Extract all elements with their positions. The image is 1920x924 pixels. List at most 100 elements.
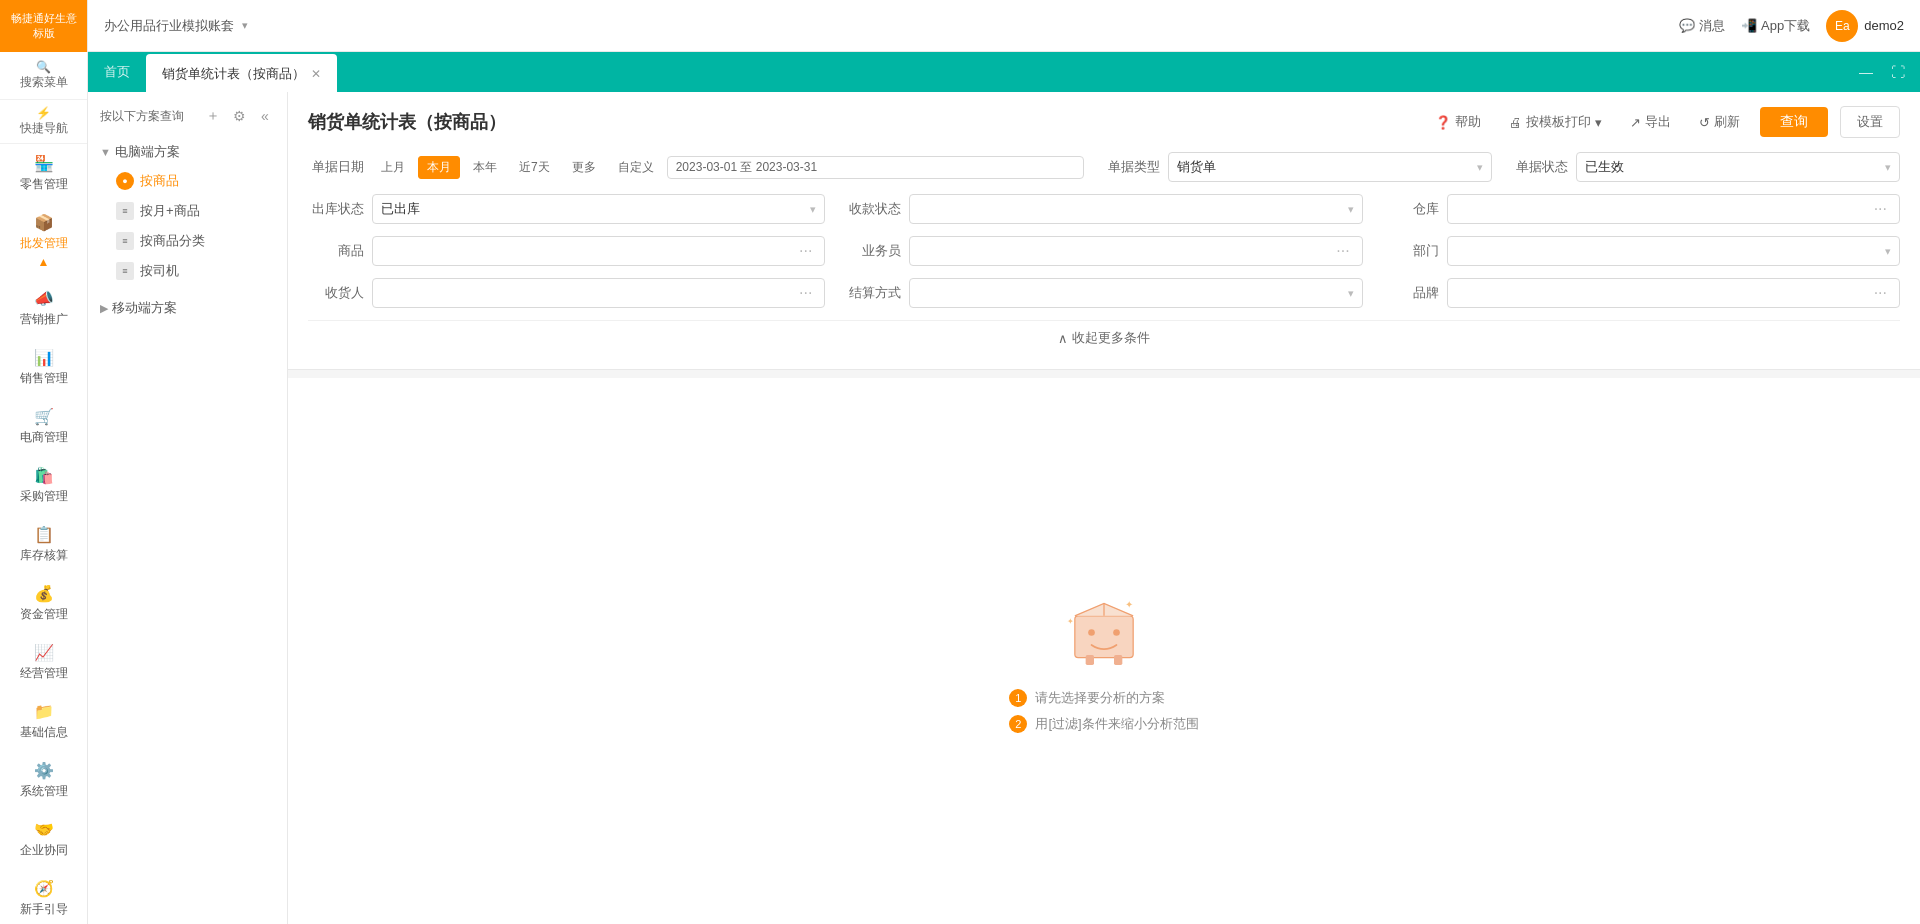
left-panel: 按以下方案查询 ＋ ⚙ « ▼ 电脑端方案 ● 按商品 ≡ bbox=[88, 92, 288, 924]
scheme-item-by-category[interactable]: ≡ 按商品分类 bbox=[88, 226, 287, 256]
app-download-btn[interactable]: 📲 App下载 bbox=[1741, 17, 1810, 35]
sidebar-item-basic[interactable]: 📁 基础信息 bbox=[0, 692, 87, 751]
collapse-bar[interactable]: ∧ 收起更多条件 bbox=[308, 320, 1900, 355]
tab-active[interactable]: 销货单统计表（按商品） ✕ bbox=[146, 54, 337, 94]
tab-minimize-btn[interactable]: — bbox=[1852, 58, 1880, 86]
sidebar-search[interactable]: 🔍 搜索菜单 bbox=[0, 52, 87, 100]
filter-area: 销货单统计表（按商品） ❓ 帮助 🖨 按模板打印 ▾ bbox=[288, 92, 1920, 370]
add-scheme-btn[interactable]: ＋ bbox=[203, 106, 223, 126]
app-logo: 畅捷通好生意 标版 bbox=[0, 0, 88, 52]
warehouse-dots-icon[interactable]: ··· bbox=[1870, 200, 1891, 218]
sidebar-item-purchase[interactable]: 🛍️ 采购管理 bbox=[0, 456, 87, 515]
empty-illustration: ✦ ✦ bbox=[1054, 570, 1154, 673]
svg-point-2 bbox=[1088, 629, 1095, 636]
this-year-btn[interactable]: 本年 bbox=[464, 156, 506, 179]
receiver-input[interactable]: ··· bbox=[372, 278, 825, 308]
7days-btn[interactable]: 近7天 bbox=[510, 156, 559, 179]
page-content: 按以下方案查询 ＋ ⚙ « ▼ 电脑端方案 ● 按商品 ≡ bbox=[88, 92, 1920, 924]
scheme-item-by-driver[interactable]: ≡ 按司机 bbox=[88, 256, 287, 286]
salesperson-dots-icon[interactable]: ··· bbox=[1332, 242, 1353, 260]
sidebar-item-inventory[interactable]: 📋 库存核算 bbox=[0, 515, 87, 574]
filter-date: 单据日期 上月 本月 本年 近7天 更多 自定义 2023-03-01 至 20… bbox=[308, 156, 1084, 179]
svg-point-3 bbox=[1113, 629, 1120, 636]
system-icon: ⚙️ bbox=[34, 761, 54, 780]
doc-type-select[interactable]: 销货单 ▾ bbox=[1168, 152, 1492, 182]
active-tab-label: 销货单统计表（按商品） bbox=[162, 65, 305, 83]
help-btn[interactable]: ❓ 帮助 bbox=[1427, 109, 1489, 135]
date-filter: 上月 本月 本年 近7天 更多 自定义 2023-03-01 至 2023-03… bbox=[372, 156, 1084, 179]
sidebar-quick-nav[interactable]: ⚡ 快捷导航 bbox=[0, 100, 87, 144]
page-inner: 按以下方案查询 ＋ ⚙ « ▼ 电脑端方案 ● 按商品 ≡ bbox=[88, 92, 1920, 924]
scheme-item-by-month-product[interactable]: ≡ 按月+商品 bbox=[88, 196, 287, 226]
custom-date-btn[interactable]: 自定义 bbox=[609, 156, 663, 179]
sidebar-item-finance[interactable]: 💰 资金管理 bbox=[0, 574, 87, 633]
salesperson-input[interactable]: ··· bbox=[909, 236, 1362, 266]
refresh-btn[interactable]: ↺ 刷新 bbox=[1691, 109, 1748, 135]
this-month-btn[interactable]: 本月 bbox=[418, 156, 460, 179]
sidebar-item-enterprise[interactable]: 🤝 企业协同 bbox=[0, 810, 87, 869]
main-area: 办公用品行业模拟账套 ▾ 💬 消息 📲 App下载 Ea demo2 首页 bbox=[88, 0, 1920, 924]
filter-warehouse: 仓库 ··· bbox=[1363, 194, 1900, 224]
brand-label: 品牌 bbox=[1383, 284, 1439, 302]
print-btn[interactable]: 🖨 按模板打印 ▾ bbox=[1501, 109, 1610, 135]
sidebar-item-system[interactable]: ⚙️ 系统管理 bbox=[0, 751, 87, 810]
sidebar-item-operations[interactable]: 📈 经营管理 bbox=[0, 633, 87, 692]
message-btn[interactable]: 💬 消息 bbox=[1679, 17, 1725, 35]
sidebar-item-sales[interactable]: 📊 销售管理 bbox=[0, 338, 87, 397]
topbar-title: 办公用品行业模拟账套 bbox=[104, 17, 234, 35]
doc-status-select[interactable]: 已生效 ▾ bbox=[1576, 152, 1900, 182]
scheme-item-by-product[interactable]: ● 按商品 bbox=[88, 166, 287, 196]
user-menu[interactable]: Ea demo2 bbox=[1826, 10, 1904, 42]
product-dots-icon[interactable]: ··· bbox=[795, 242, 816, 260]
export-btn[interactable]: ↗ 导出 bbox=[1622, 109, 1679, 135]
settings-btn[interactable]: 设置 bbox=[1840, 106, 1900, 138]
tabbar: 首页 销货单统计表（按商品） ✕ — ⛶ bbox=[88, 52, 1920, 92]
product-label: 商品 bbox=[308, 242, 364, 260]
page-title: 销货单统计表（按商品） bbox=[308, 110, 506, 134]
payment-status-select[interactable]: ▾ bbox=[909, 194, 1362, 224]
finance-icon: 💰 bbox=[34, 584, 54, 603]
topbar-dropdown-icon[interactable]: ▾ bbox=[242, 19, 248, 32]
sidebar-item-marketing[interactable]: 📣 营销推广 bbox=[0, 279, 87, 338]
scheme-parent-label: 电脑端方案 bbox=[115, 143, 180, 161]
sidebar: 畅捷通好生意 标版 🔍 搜索菜单 ⚡ 快捷导航 🏪 零售管理 📦 批发管理 ▲ … bbox=[0, 0, 88, 924]
brand-dots-icon[interactable]: ··· bbox=[1870, 284, 1891, 302]
sidebar-item-ecommerce[interactable]: 🛒 电商管理 bbox=[0, 397, 87, 456]
wholesale-icon: 📦 bbox=[34, 213, 54, 232]
date-range-input[interactable]: 2023-03-01 至 2023-03-31 bbox=[667, 156, 1084, 179]
filter-row-1: 单据日期 上月 本月 本年 近7天 更多 自定义 2023-03-01 至 20… bbox=[308, 152, 1900, 182]
query-btn[interactable]: 查询 bbox=[1760, 107, 1828, 137]
scheme-parent-mobile[interactable]: ▶ 移动端方案 bbox=[88, 294, 287, 322]
sidebar-item-guide[interactable]: 🧭 新手引导 bbox=[0, 869, 87, 924]
tab-home[interactable]: 首页 bbox=[88, 52, 146, 92]
filter-payment-method: 结算方式 ▾ bbox=[825, 278, 1362, 308]
doc-type-chevron: ▾ bbox=[1477, 161, 1483, 174]
filter-row-2: 出库状态 已出库 ▾ 收款状态 ▾ bbox=[308, 194, 1900, 224]
left-panel-title: 按以下方案查询 bbox=[100, 108, 197, 125]
filter-doc-type: 单据类型 销货单 ▾ bbox=[1084, 152, 1492, 182]
settings-scheme-btn[interactable]: ⚙ bbox=[229, 106, 249, 126]
department-select[interactable]: ▾ bbox=[1447, 236, 1900, 266]
scheme-parent-pc[interactable]: ▼ 电脑端方案 bbox=[88, 138, 287, 166]
tab-close-icon[interactable]: ✕ bbox=[311, 67, 321, 81]
payment-method-label: 结算方式 bbox=[845, 284, 901, 302]
last-month-btn[interactable]: 上月 bbox=[372, 156, 414, 179]
scheme-parent-mobile-label: 移动端方案 bbox=[112, 299, 177, 317]
right-panel: 销货单统计表（按商品） ❓ 帮助 🖨 按模板打印 ▾ bbox=[288, 92, 1920, 924]
expand-icon: ▲ bbox=[38, 255, 50, 269]
ecommerce-icon: 🛒 bbox=[34, 407, 54, 426]
print-icon: 🖨 bbox=[1509, 115, 1522, 130]
brand-input[interactable]: ··· bbox=[1447, 278, 1900, 308]
out-status-select[interactable]: 已出库 ▾ bbox=[372, 194, 825, 224]
product-input[interactable]: ··· bbox=[372, 236, 825, 266]
tab-fullscreen-btn[interactable]: ⛶ bbox=[1884, 58, 1912, 86]
sidebar-item-wholesale[interactable]: 📦 批发管理 ▲ bbox=[0, 203, 87, 279]
doc-status-chevron: ▾ bbox=[1885, 161, 1891, 174]
more-date-btn[interactable]: 更多 bbox=[563, 156, 605, 179]
collapse-panel-btn[interactable]: « bbox=[255, 106, 275, 126]
sidebar-item-retail[interactable]: 🏪 零售管理 bbox=[0, 144, 87, 203]
receiver-dots-icon[interactable]: ··· bbox=[795, 284, 816, 302]
collapse-label: 收起更多条件 bbox=[1072, 329, 1150, 347]
warehouse-input[interactable]: ··· bbox=[1447, 194, 1900, 224]
payment-method-select[interactable]: ▾ bbox=[909, 278, 1362, 308]
